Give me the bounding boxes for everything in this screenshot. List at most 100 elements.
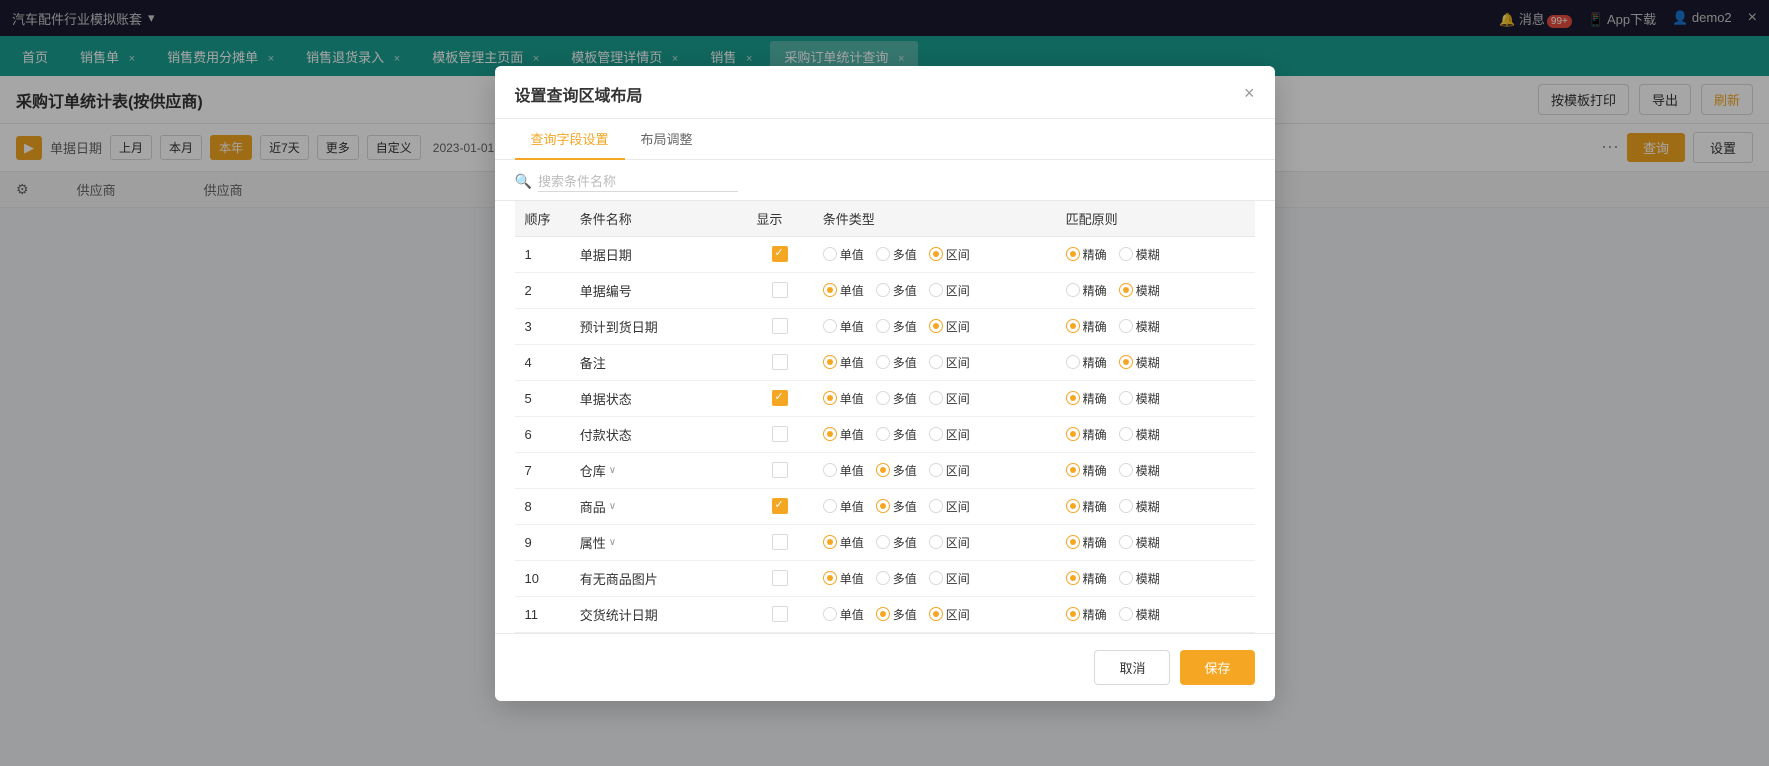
save-button[interactable]: 保存: [1180, 650, 1254, 685]
row-show-6: [746, 452, 812, 488]
match-radio-fuzzy-7[interactable]: 模糊: [1119, 498, 1160, 515]
type-radio-multi-2[interactable]: 多值: [876, 318, 917, 335]
type-radio-range-2[interactable]: 区间: [929, 318, 970, 335]
row-match-5: 精确模糊: [1056, 416, 1255, 452]
match-radio-exact-2[interactable]: 精确: [1066, 318, 1107, 335]
type-radio-single-8[interactable]: 单值: [823, 534, 864, 551]
show-checkbox-2[interactable]: [772, 318, 788, 334]
type-radio-range-1[interactable]: 区间: [929, 282, 970, 299]
radio-label-single-6: 单值: [840, 462, 864, 479]
match-radio-exact-10[interactable]: 精确: [1066, 606, 1107, 623]
expand-icon[interactable]: ∨: [609, 501, 616, 512]
match-label-exact-6: 精确: [1083, 462, 1107, 479]
type-radio-range-0[interactable]: 区间: [929, 246, 970, 263]
match-radio-exact-7[interactable]: 精确: [1066, 498, 1107, 515]
match-radio-exact-3[interactable]: 精确: [1066, 354, 1107, 371]
type-radio-multi-1[interactable]: 多值: [876, 282, 917, 299]
show-checkbox-8[interactable]: [772, 534, 788, 550]
match-radio-fuzzy-9[interactable]: 模糊: [1119, 570, 1160, 587]
expand-icon[interactable]: ∨: [609, 537, 616, 548]
dialog-search-area: 🔍: [495, 160, 1275, 201]
type-radio-range-5[interactable]: 区间: [929, 426, 970, 443]
type-radio-range-8[interactable]: 区间: [929, 534, 970, 551]
row-match-6: 精确模糊: [1056, 452, 1255, 488]
match-dot-exact-8: [1066, 535, 1080, 549]
match-radio-fuzzy-4[interactable]: 模糊: [1119, 390, 1160, 407]
type-radio-range-3[interactable]: 区间: [929, 354, 970, 371]
match-radio-fuzzy-1[interactable]: 模糊: [1119, 282, 1160, 299]
match-radio-fuzzy-0[interactable]: 模糊: [1119, 246, 1160, 263]
type-radio-single-9[interactable]: 单值: [823, 570, 864, 587]
type-radio-single-10[interactable]: 单值: [823, 606, 864, 623]
match-radio-exact-5[interactable]: 精确: [1066, 426, 1107, 443]
type-radio-range-9[interactable]: 区间: [929, 570, 970, 587]
type-radio-single-2[interactable]: 单值: [823, 318, 864, 335]
type-radio-single-7[interactable]: 单值: [823, 498, 864, 515]
show-checkbox-10[interactable]: [772, 606, 788, 622]
type-radio-single-3[interactable]: 单值: [823, 354, 864, 371]
type-radio-range-10[interactable]: 区间: [929, 606, 970, 623]
match-radio-exact-4[interactable]: 精确: [1066, 390, 1107, 407]
tab-layout-adjust[interactable]: 布局调整: [625, 119, 709, 160]
type-radio-single-0[interactable]: 单值: [823, 246, 864, 263]
type-radio-multi-5[interactable]: 多值: [876, 426, 917, 443]
show-checkbox-3[interactable]: [772, 354, 788, 370]
type-radio-multi-10[interactable]: 多值: [876, 606, 917, 623]
match-radio-fuzzy-10[interactable]: 模糊: [1119, 606, 1160, 623]
match-radio-fuzzy-3[interactable]: 模糊: [1119, 354, 1160, 371]
match-radio-exact-9[interactable]: 精确: [1066, 570, 1107, 587]
match-radio-exact-1[interactable]: 精确: [1066, 282, 1107, 299]
type-radio-multi-0[interactable]: 多值: [876, 246, 917, 263]
match-radio-fuzzy-5[interactable]: 模糊: [1119, 426, 1160, 443]
radio-dot-multi-8: [876, 535, 890, 549]
row-order-10: 11: [515, 596, 570, 632]
table-row: 3预计到货日期单值多值区间精确模糊: [515, 308, 1255, 344]
search-input[interactable]: [538, 172, 738, 192]
type-radio-range-6[interactable]: 区间: [929, 462, 970, 479]
match-dot-exact-7: [1066, 499, 1080, 513]
show-checkbox-1[interactable]: [772, 282, 788, 298]
show-checkbox-5[interactable]: [772, 426, 788, 442]
radio-label-range-5: 区间: [946, 426, 970, 443]
type-radio-single-1[interactable]: 单值: [823, 282, 864, 299]
type-radio-multi-8[interactable]: 多值: [876, 534, 917, 551]
dialog-close-btn[interactable]: ×: [1244, 83, 1255, 104]
row-match-7: 精确模糊: [1056, 488, 1255, 524]
expand-icon[interactable]: ∨: [609, 465, 616, 476]
type-radio-single-6[interactable]: 单值: [823, 462, 864, 479]
type-radio-multi-9[interactable]: 多值: [876, 570, 917, 587]
match-radio-fuzzy-2[interactable]: 模糊: [1119, 318, 1160, 335]
dialog-header: 设置查询区域布局 ×: [495, 66, 1275, 119]
show-checkbox-0[interactable]: [772, 246, 788, 262]
match-radio-exact-8[interactable]: 精确: [1066, 534, 1107, 551]
show-checkbox-9[interactable]: [772, 570, 788, 586]
match-dot-fuzzy-4: [1119, 391, 1133, 405]
radio-dot-multi-10: [876, 607, 890, 621]
tab-query-fields[interactable]: 查询字段设置: [515, 119, 625, 160]
match-label-fuzzy-8: 模糊: [1136, 534, 1160, 551]
match-label-exact-9: 精确: [1083, 570, 1107, 587]
match-radio-exact-0[interactable]: 精确: [1066, 246, 1107, 263]
show-checkbox-6[interactable]: [772, 462, 788, 478]
match-radio-fuzzy-8[interactable]: 模糊: [1119, 534, 1160, 551]
type-radio-single-4[interactable]: 单值: [823, 390, 864, 407]
type-radio-multi-3[interactable]: 多值: [876, 354, 917, 371]
type-radio-multi-4[interactable]: 多值: [876, 390, 917, 407]
cancel-button[interactable]: 取消: [1094, 650, 1170, 685]
type-radio-range-4[interactable]: 区间: [929, 390, 970, 407]
radio-dot-single-4: [823, 391, 837, 405]
show-checkbox-7[interactable]: [772, 498, 788, 514]
type-radio-multi-6[interactable]: 多值: [876, 462, 917, 479]
table-row: 11交货统计日期单值多值区间精确模糊: [515, 596, 1255, 632]
type-radio-single-5[interactable]: 单值: [823, 426, 864, 443]
type-radio-range-7[interactable]: 区间: [929, 498, 970, 515]
row-show-4: [746, 380, 812, 416]
radio-label-range-8: 区间: [946, 534, 970, 551]
table-row: 8商品 ∨单值多值区间精确模糊: [515, 488, 1255, 524]
match-dot-exact-4: [1066, 391, 1080, 405]
type-radio-multi-7[interactable]: 多值: [876, 498, 917, 515]
match-dot-fuzzy-2: [1119, 319, 1133, 333]
match-radio-fuzzy-6[interactable]: 模糊: [1119, 462, 1160, 479]
match-radio-exact-6[interactable]: 精确: [1066, 462, 1107, 479]
show-checkbox-4[interactable]: [772, 390, 788, 406]
